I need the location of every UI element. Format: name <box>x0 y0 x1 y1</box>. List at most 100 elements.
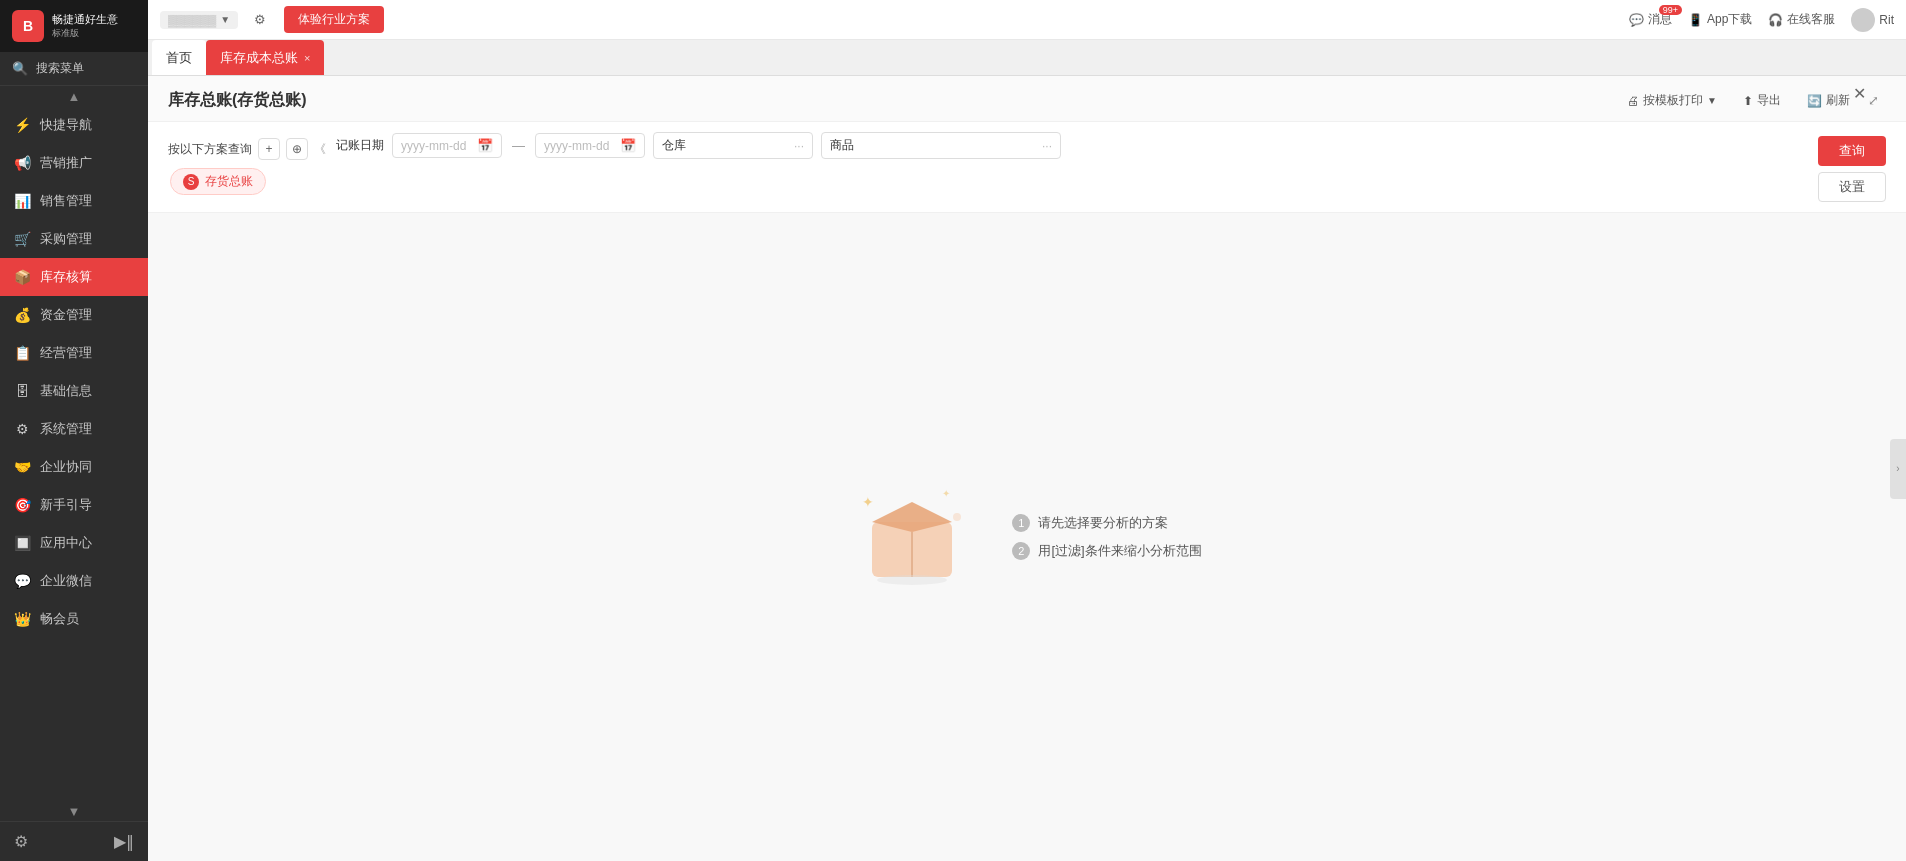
top-header: ▓▓▓▓▓▓ ▼ ⚙ 体验行业方案 💬 消息 99+ 📱 App下载 🎧 在线客… <box>148 0 1906 40</box>
date-label: 记账日期 <box>336 137 384 154</box>
breadcrumb-area: ▓▓▓▓▓▓ ▼ ⚙ 体验行业方案 <box>160 6 1629 34</box>
sidebar-search-label: 搜索菜单 <box>36 60 84 77</box>
sidebar-logo: B 畅捷通好生意 标准版 <box>0 0 148 52</box>
sidebar-bottom: ⚙ ▶‖ <box>0 821 148 861</box>
nav-icon-guide: 🎯 <box>12 497 32 513</box>
date-separator: — <box>512 138 525 153</box>
goods-more-icon: ··· <box>1042 139 1052 153</box>
tab-close-inventory-cost[interactable]: × <box>304 52 310 64</box>
empty-tips: 1 请先选择要分析的方案 2 用[过滤]条件来缩小分析范围 <box>1012 514 1201 560</box>
sidebar-item-member[interactable]: 👑 畅会员 <box>0 600 148 638</box>
print-icon: 🖨 <box>1627 94 1639 108</box>
trial-industry-btn[interactable]: 体验行业方案 <box>284 6 384 33</box>
page-title-actions: 🖨 按模板打印 ▼ ⬆ 导出 🔄 刷新 ✕ ⤢ <box>1619 88 1886 113</box>
sidebar-item-operation[interactable]: 📋 经营管理 <box>0 334 148 372</box>
sidebar-item-sales[interactable]: 📊 销售管理 <box>0 182 148 220</box>
tab-home[interactable]: 首页 <box>152 40 206 75</box>
print-btn[interactable]: 🖨 按模板打印 ▼ <box>1619 88 1725 113</box>
tab-inventory-cost[interactable]: 库存成本总账× <box>206 40 324 75</box>
close-right-panel-btn[interactable]: ✕ <box>1853 84 1866 103</box>
header-right: 💬 消息 99+ 📱 App下载 🎧 在线客服 Rit <box>1629 8 1894 32</box>
nav-icon-system: ⚙ <box>12 421 32 437</box>
user-avatar <box>1851 8 1875 32</box>
nav-icon-finance: 💰 <box>12 307 32 323</box>
date-start-input[interactable]: yyyy-mm-dd 📅 <box>392 133 502 158</box>
filter-collapse-btn[interactable]: 《 <box>314 141 326 158</box>
nav-label-finance: 资金管理 <box>40 306 92 324</box>
sidebar-item-cooperation[interactable]: 🤝 企业协同 <box>0 448 148 486</box>
date-start-placeholder: yyyy-mm-dd <box>401 139 466 153</box>
print-dropdown-icon: ▼ <box>1707 95 1717 106</box>
nav-label-wechat: 企业微信 <box>40 572 92 590</box>
sidebar: B 畅捷通好生意 标准版 🔍 搜索菜单 ▲ ⚡ 快捷导航 📢 营销推广 📊 销售… <box>0 0 148 861</box>
tab-label-home: 首页 <box>166 49 192 67</box>
nav-icon-marketing: 📢 <box>12 155 32 171</box>
settings-filter-btn[interactable]: 设置 <box>1818 172 1886 202</box>
nav-label-operation: 经营管理 <box>40 344 92 362</box>
sidebar-item-guide[interactable]: 🎯 新手引导 <box>0 486 148 524</box>
svg-text:✦: ✦ <box>862 494 874 510</box>
nav-label-purchase: 采购管理 <box>40 230 92 248</box>
sidebar-item-wechat[interactable]: 💬 企业微信 <box>0 562 148 600</box>
nav-label-system: 系统管理 <box>40 420 92 438</box>
sidebar-item-marketing[interactable]: 📢 营销推广 <box>0 144 148 182</box>
sidebar-item-purchase[interactable]: 🛒 采购管理 <box>0 220 148 258</box>
query-btn[interactable]: 查询 <box>1818 136 1886 166</box>
empty-tip-2: 2 用[过滤]条件来缩小分析范围 <box>1012 542 1201 560</box>
sidebar-scroll-up[interactable]: ▲ <box>0 86 148 106</box>
workspace-name: ▓▓▓▓▓▓ <box>168 14 216 26</box>
empty-tip-1: 1 请先选择要分析的方案 <box>1012 514 1201 532</box>
nav-label-marketing: 营销推广 <box>40 154 92 172</box>
nav-label-basic: 基础信息 <box>40 382 92 400</box>
date-end-input[interactable]: yyyy-mm-dd 📅 <box>535 133 645 158</box>
nav-label-inventory: 库存核算 <box>40 268 92 286</box>
calendar-end-icon[interactable]: 📅 <box>620 138 636 153</box>
svg-point-6 <box>877 575 947 585</box>
filter-row-1: 记账日期 yyyy-mm-dd 📅 — yyyy-mm-dd 📅 仓库 ··· <box>336 132 1808 159</box>
nav-label-cooperation: 企业协同 <box>40 458 92 476</box>
sidebar-item-inventory[interactable]: 📦 库存核算 <box>0 258 148 296</box>
nav-icon-operation: 📋 <box>12 345 32 361</box>
refresh-btn[interactable]: 🔄 刷新 <box>1799 88 1858 113</box>
app-download-btn[interactable]: 📱 App下载 <box>1688 11 1752 28</box>
audio-icon[interactable]: ▶‖ <box>114 832 134 851</box>
calendar-start-icon[interactable]: 📅 <box>477 138 493 153</box>
nav-label-guide: 新手引导 <box>40 496 92 514</box>
sidebar-scroll-down[interactable]: ▼ <box>0 801 148 821</box>
nav-icon-cooperation: 🤝 <box>12 459 32 475</box>
goods-select[interactable]: 商品 ··· <box>821 132 1061 159</box>
export-btn[interactable]: ⬆ 导出 <box>1735 88 1789 113</box>
message-icon: 💬 <box>1629 13 1644 27</box>
logo-icon: B <box>12 10 44 42</box>
scheme-row: S 存货总账 <box>170 168 266 195</box>
filter-setting-btn[interactable]: ⊕ <box>286 138 308 160</box>
messages-btn[interactable]: 💬 消息 99+ <box>1629 11 1672 28</box>
online-service-btn[interactable]: 🎧 在线客服 <box>1768 11 1835 28</box>
empty-illustration: ✦ ✦ <box>852 477 972 597</box>
user-menu[interactable]: Rit <box>1851 8 1894 32</box>
sidebar-item-apps[interactable]: 🔲 应用中心 <box>0 524 148 562</box>
workspace-dropdown[interactable]: ▓▓▓▓▓▓ ▼ <box>160 11 238 29</box>
header-settings-btn[interactable]: ⚙ <box>246 6 274 34</box>
scheme-inventory-ledger[interactable]: S 存货总账 <box>170 168 266 195</box>
sidebar-search[interactable]: 🔍 搜索菜单 <box>0 52 148 86</box>
sidebar-item-quick-nav[interactable]: ⚡ 快捷导航 <box>0 106 148 144</box>
filter-area: 按以下方案查询 + ⊕ 《 S 存货总账 记账日期 yyy <box>148 122 1906 213</box>
sidebar-item-finance[interactable]: 💰 资金管理 <box>0 296 148 334</box>
nav-icon-member: 👑 <box>12 611 32 627</box>
export-icon: ⬆ <box>1743 94 1753 108</box>
sidebar-item-basic[interactable]: 🗄 基础信息 <box>0 372 148 410</box>
filter-add-btn[interactable]: + <box>258 138 280 160</box>
nav-icon-inventory: 📦 <box>12 269 32 285</box>
settings-bottom-icon[interactable]: ⚙ <box>14 832 28 851</box>
dropdown-arrow-icon: ▼ <box>220 14 230 25</box>
sidebar-item-system[interactable]: ⚙ 系统管理 <box>0 410 148 448</box>
page-content: 库存总账(存货总账) 🖨 按模板打印 ▼ ⬆ 导出 🔄 刷新 ✕ ⤢ <box>148 76 1906 861</box>
phone-icon: 📱 <box>1688 13 1703 27</box>
nav-icon-wechat: 💬 <box>12 573 32 589</box>
search-icon: 🔍 <box>12 61 28 76</box>
expand-icon[interactable]: ⤢ <box>1868 93 1886 108</box>
right-panel-collapse-btn[interactable]: › <box>1890 439 1906 499</box>
nav-icon-purchase: 🛒 <box>12 231 32 247</box>
warehouse-select[interactable]: 仓库 ··· <box>653 132 813 159</box>
